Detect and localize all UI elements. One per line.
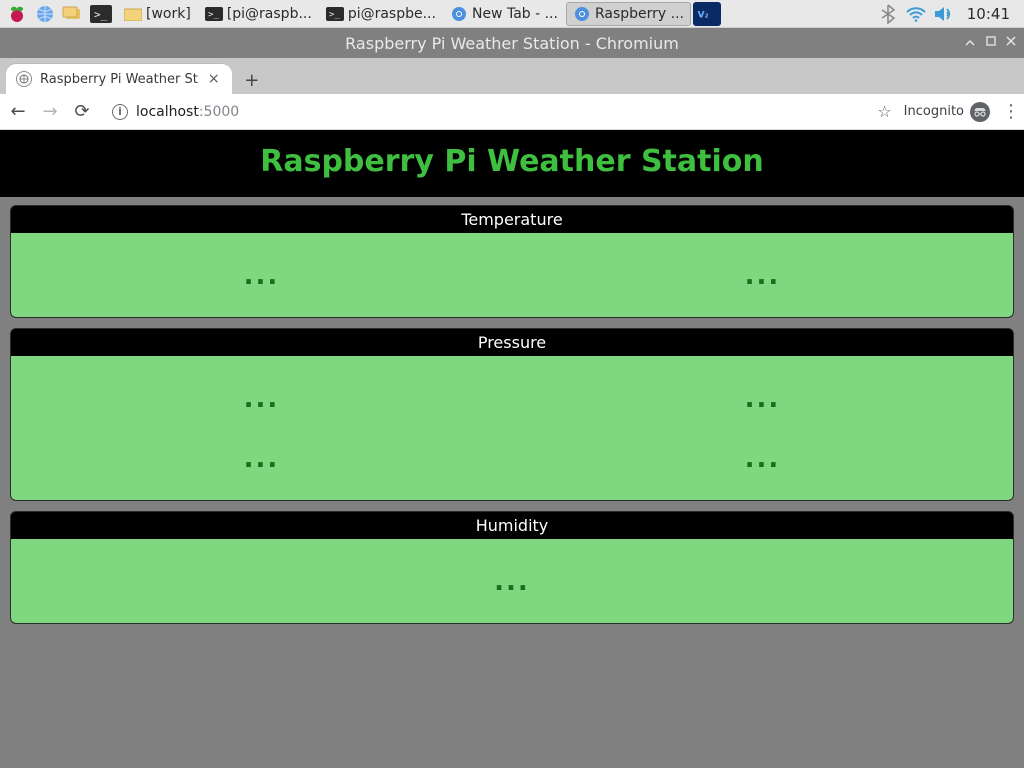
vnc-icon: V₂ (696, 5, 714, 23)
forward-button[interactable]: → (40, 101, 60, 122)
card-body: ... (11, 539, 1013, 623)
files-icon[interactable] (62, 3, 84, 25)
task-label: New Tab - ... (472, 6, 558, 22)
system-tray: 10:41 (869, 3, 1024, 25)
task-area: [work] >_ [pi@raspb... >_ pi@raspbe... N… (118, 2, 723, 26)
task-label: [pi@raspb... (227, 6, 312, 22)
reading-value: ... (512, 247, 1013, 307)
page-viewport: Raspberry Pi Weather Station Temperature… (0, 130, 1024, 768)
volume-icon[interactable] (933, 3, 955, 25)
site-info-icon[interactable]: i (112, 104, 128, 120)
task-label: [work] (146, 6, 191, 22)
launcher-area: >_ (0, 3, 118, 25)
card-pressure: Pressure............ (10, 328, 1014, 501)
browser-toolbar: ← → ⟳ i localhost:5000 ☆ Incognito ⋮ (0, 94, 1024, 130)
svg-text:>_: >_ (329, 10, 340, 20)
reading-value: ... (512, 430, 1013, 490)
globe-icon[interactable] (34, 3, 56, 25)
incognito-label: Incognito (904, 104, 964, 119)
card-title: Pressure (11, 329, 1013, 356)
url-text: localhost:5000 (136, 104, 239, 120)
raspberry-icon[interactable] (6, 3, 28, 25)
back-button[interactable]: ← (8, 101, 28, 122)
task-chromium-active[interactable]: Raspberry ... (566, 2, 691, 26)
task-vnc[interactable]: V₂ (693, 2, 721, 26)
card-temperature: Temperature...... (10, 205, 1014, 318)
browser-tab-active[interactable]: Raspberry Pi Weather St × (6, 64, 232, 94)
window-controls (964, 34, 1018, 48)
svg-text:>_: >_ (208, 10, 219, 20)
task-label: pi@raspbe... (348, 6, 436, 22)
chromium-icon (573, 5, 591, 23)
incognito-indicator[interactable]: Incognito (904, 102, 990, 122)
bookmark-star-icon[interactable]: ☆ (877, 102, 891, 121)
wifi-icon[interactable] (905, 3, 927, 25)
chromium-icon (450, 5, 468, 23)
svg-text:V₂: V₂ (698, 10, 709, 20)
card-body: ............ (11, 356, 1013, 500)
window-close-button[interactable] (1004, 34, 1018, 48)
card-body: ...... (11, 233, 1013, 317)
card-row: ... (11, 553, 1013, 613)
card-title: Temperature (11, 206, 1013, 233)
terminal-icon: >_ (205, 5, 223, 23)
folder-icon (124, 5, 142, 23)
reading-value: ... (512, 370, 1013, 430)
card-row: ...... (11, 430, 1013, 490)
card-title: Humidity (11, 512, 1013, 539)
terminal-icon[interactable]: >_ (90, 3, 112, 25)
card-row: ...... (11, 247, 1013, 307)
incognito-icon (970, 102, 990, 122)
reading-value: ... (11, 553, 1013, 613)
os-taskbar: >_ [work] >_ [pi@raspb... >_ pi@raspbe..… (0, 0, 1024, 28)
window-maximize-button[interactable] (984, 34, 998, 48)
clock[interactable]: 10:41 (961, 5, 1016, 23)
new-tab-button[interactable]: + (238, 66, 266, 94)
task-terminal-2[interactable]: >_ pi@raspbe... (320, 2, 442, 26)
tab-close-button[interactable]: × (206, 71, 222, 87)
task-label: Raspberry ... (595, 6, 684, 22)
cards-container: Temperature......Pressure............Hum… (0, 197, 1024, 632)
task-folder-work[interactable]: [work] (118, 2, 197, 26)
window-titlebar: Raspberry Pi Weather Station - Chromium (0, 28, 1024, 58)
browser-tabstrip: Raspberry Pi Weather St × + (0, 58, 1024, 94)
reload-button[interactable]: ⟳ (72, 101, 92, 122)
window-title: Raspberry Pi Weather Station - Chromium (345, 34, 679, 53)
reading-value: ... (11, 370, 512, 430)
reading-value: ... (11, 430, 512, 490)
card-row: ...... (11, 370, 1013, 430)
page-heading: Raspberry Pi Weather Station (0, 130, 1024, 197)
globe-favicon-icon (16, 71, 32, 87)
window-minimize-button[interactable] (964, 34, 978, 48)
task-chromium-newtab[interactable]: New Tab - ... (444, 2, 564, 26)
task-terminal-1[interactable]: >_ [pi@raspb... (199, 2, 318, 26)
address-bar[interactable]: i localhost:5000 (104, 98, 865, 126)
card-humidity: Humidity... (10, 511, 1014, 624)
svg-text:>_: >_ (94, 8, 108, 21)
terminal-icon: >_ (326, 5, 344, 23)
reading-value: ... (11, 247, 512, 307)
tab-title: Raspberry Pi Weather St (40, 72, 198, 87)
browser-menu-button[interactable]: ⋮ (1002, 101, 1016, 122)
bluetooth-icon[interactable] (877, 3, 899, 25)
